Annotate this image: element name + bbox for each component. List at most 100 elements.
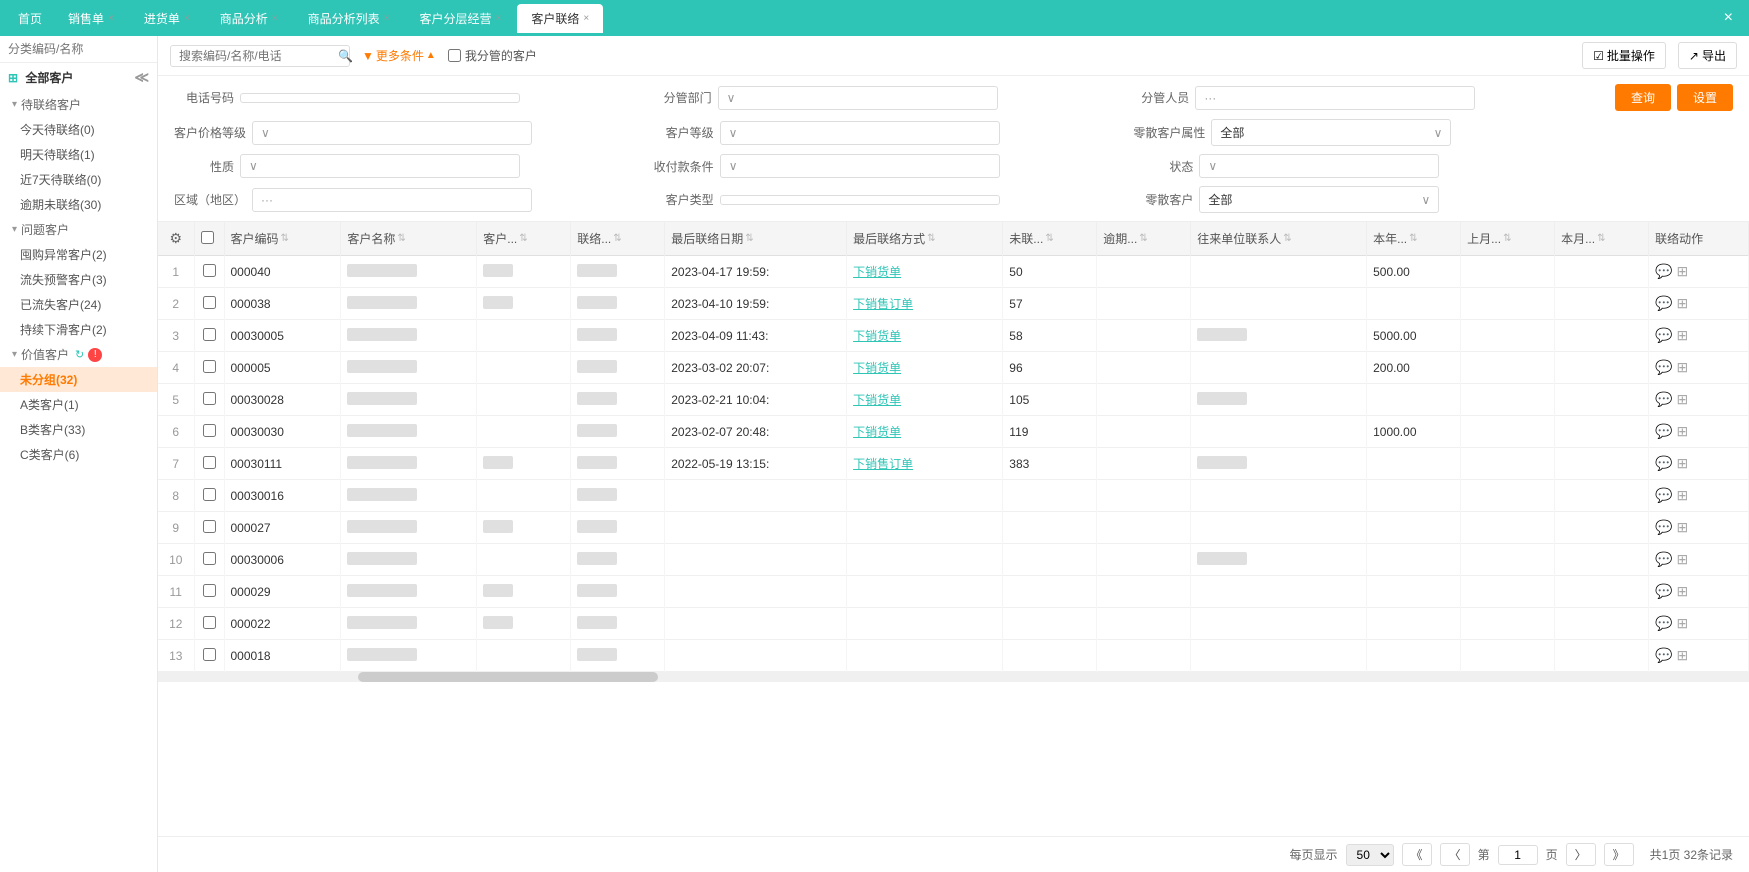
sidebar-item-a-class[interactable]: A类客户(1) xyxy=(0,392,157,417)
th-no-contact[interactable]: 未联... xyxy=(1003,222,1097,256)
row-check[interactable] xyxy=(194,288,224,320)
col-sort-overdue[interactable]: 逾期... xyxy=(1103,230,1184,247)
filter-search-input[interactable] xyxy=(179,49,334,63)
grid-action-icon[interactable]: ⊞ xyxy=(1677,615,1689,632)
nav-home[interactable]: 首页 xyxy=(8,4,52,33)
grid-action-icon[interactable]: ⊞ xyxy=(1677,423,1689,440)
message-icon[interactable]: 💬 xyxy=(1655,615,1672,632)
th-contact-person[interactable]: 往来单位联系人 xyxy=(1191,222,1367,256)
contact-method-link[interactable]: 下销售订单 xyxy=(853,457,913,471)
col-sort-no-contact[interactable]: 未联... xyxy=(1009,230,1090,247)
sidebar-item-7days[interactable]: 近7天待联络(0) xyxy=(0,167,157,192)
grid-action-icon[interactable]: ⊞ xyxy=(1677,647,1689,664)
col-sort-last-month[interactable]: 上月... xyxy=(1467,230,1548,247)
th-last-date[interactable]: 最后联络日期 xyxy=(665,222,847,256)
region-input[interactable]: ··· xyxy=(252,188,532,212)
group-problem-customers[interactable]: ▾ 问题客户 xyxy=(0,217,157,242)
grid-action-icon[interactable]: ⊞ xyxy=(1677,327,1689,344)
first-page-btn[interactable]: 《 xyxy=(1402,843,1432,866)
th-last-method[interactable]: 最后联络方式 xyxy=(847,222,1003,256)
row-check[interactable] xyxy=(194,448,224,480)
close-tab-customer-tier[interactable]: × xyxy=(495,13,501,24)
message-icon[interactable]: 💬 xyxy=(1655,487,1672,504)
col-sort-name[interactable]: 客户名称 xyxy=(347,230,470,247)
message-icon[interactable]: 💬 xyxy=(1655,647,1672,664)
export-btn[interactable]: ↗ 导出 xyxy=(1678,42,1737,69)
prev-page-btn[interactable]: 〈 xyxy=(1440,843,1470,866)
contact-method-link[interactable]: 下销货单 xyxy=(853,329,901,343)
sidebar-item-abnormal[interactable]: 囤购异常客户(2) xyxy=(0,242,157,267)
nav-tab-analysis[interactable]: 商品分析 × xyxy=(206,4,292,33)
grid-action-icon[interactable]: ⊞ xyxy=(1677,455,1689,472)
sidebar-item-c-class[interactable]: C类客户(6) xyxy=(0,442,157,467)
sidebar-item-overdue[interactable]: 逾期未联络(30) xyxy=(0,192,157,217)
message-icon[interactable]: 💬 xyxy=(1655,551,1672,568)
th-code[interactable]: 客户编码 xyxy=(224,222,341,256)
th-type[interactable]: 客户... xyxy=(477,222,571,256)
sidebar-item-churned[interactable]: 已流失客户(24) xyxy=(0,292,157,317)
phone-input[interactable] xyxy=(240,93,520,103)
grid-action-icon[interactable]: ⊞ xyxy=(1677,551,1689,568)
contact-method-link[interactable]: 下销售订单 xyxy=(853,297,913,311)
nav-tab-analysis-list[interactable]: 商品分析列表 × xyxy=(294,4,404,33)
close-tab-customer-contact[interactable]: × xyxy=(583,13,589,24)
all-customers-header[interactable]: ⊞ 全部客户 ≪ xyxy=(0,63,157,92)
sidebar-item-churn-warning[interactable]: 流失预警客户(3) xyxy=(0,267,157,292)
retail-attr-select[interactable]: 全部 ∨ xyxy=(1211,119,1451,146)
sidebar-item-today[interactable]: 今天待联络(0) xyxy=(0,117,157,142)
row-check[interactable] xyxy=(194,576,224,608)
next-page-btn[interactable]: 〉 xyxy=(1566,843,1596,866)
close-tab-analysis[interactable]: × xyxy=(272,13,278,24)
grid-action-icon[interactable]: ⊞ xyxy=(1677,263,1689,280)
group-value-customers[interactable]: ▾ 价值客户 ↻ ! xyxy=(0,342,157,367)
col-sort-code[interactable]: 客户编码 xyxy=(231,230,335,247)
row-check[interactable] xyxy=(194,384,224,416)
th-last-month[interactable]: 上月... xyxy=(1461,222,1555,256)
sidebar-item-tomorrow[interactable]: 明天待联络(1) xyxy=(0,142,157,167)
dept-select[interactable]: ∨ xyxy=(718,86,998,110)
grid-action-icon[interactable]: ⊞ xyxy=(1677,519,1689,536)
sidebar-item-ungroup[interactable]: 未分组(32) xyxy=(0,367,157,392)
last-page-btn[interactable]: 》 xyxy=(1604,843,1634,866)
scroll-track[interactable] xyxy=(158,672,1749,682)
price-grade-select[interactable]: ∨ xyxy=(252,121,532,145)
cust-grade-select[interactable]: ∨ xyxy=(720,121,1000,145)
query-btn[interactable]: 查询 xyxy=(1615,84,1671,111)
col-sort-contact-person[interactable]: 往来单位联系人 xyxy=(1197,230,1360,247)
row-check[interactable] xyxy=(194,416,224,448)
message-icon[interactable]: 💬 xyxy=(1655,391,1672,408)
grid-action-icon[interactable]: ⊞ xyxy=(1677,487,1689,504)
message-icon[interactable]: 💬 xyxy=(1655,263,1672,280)
row-check[interactable] xyxy=(194,352,224,384)
message-icon[interactable]: 💬 xyxy=(1655,423,1672,440)
nav-tab-purchase[interactable]: 进货单 × xyxy=(130,4,204,33)
close-tab-sales[interactable]: × xyxy=(108,13,114,24)
contact-method-link[interactable]: 下销货单 xyxy=(853,361,901,375)
refresh-icon[interactable]: ↻ xyxy=(75,348,84,361)
settings-icon[interactable]: ⚙ xyxy=(169,230,182,246)
nav-tab-customer-contact[interactable]: 客户联络 × xyxy=(517,4,603,33)
message-icon[interactable]: 💬 xyxy=(1655,359,1672,376)
close-tab-purchase[interactable]: × xyxy=(184,13,190,24)
more-filters-btn[interactable]: ▼ 更多条件 ▲ xyxy=(362,47,436,64)
row-check[interactable] xyxy=(194,640,224,672)
person-input[interactable]: ··· xyxy=(1195,86,1475,110)
th-overdue[interactable]: 逾期... xyxy=(1097,222,1191,256)
page-input[interactable] xyxy=(1498,845,1538,865)
row-check[interactable] xyxy=(194,544,224,576)
grid-action-icon[interactable]: ⊞ xyxy=(1677,391,1689,408)
row-check[interactable] xyxy=(194,256,224,288)
per-page-select[interactable]: 50 xyxy=(1346,844,1394,866)
message-icon[interactable]: 💬 xyxy=(1655,295,1672,312)
batch-ops-btn[interactable]: ☑ 批量操作 xyxy=(1582,42,1666,69)
status-select[interactable]: ∨ xyxy=(1199,154,1439,178)
sidebar-item-b-class[interactable]: B类客户(33) xyxy=(0,417,157,442)
col-sort-contact[interactable]: 联络... xyxy=(577,230,658,247)
row-check[interactable] xyxy=(194,320,224,352)
th-settings[interactable]: ⚙ xyxy=(158,222,194,256)
contact-method-link[interactable]: 下销货单 xyxy=(853,425,901,439)
row-check[interactable] xyxy=(194,608,224,640)
th-this-year[interactable]: 本年... xyxy=(1367,222,1461,256)
message-icon[interactable]: 💬 xyxy=(1655,327,1672,344)
select-all-checkbox[interactable] xyxy=(201,231,214,244)
